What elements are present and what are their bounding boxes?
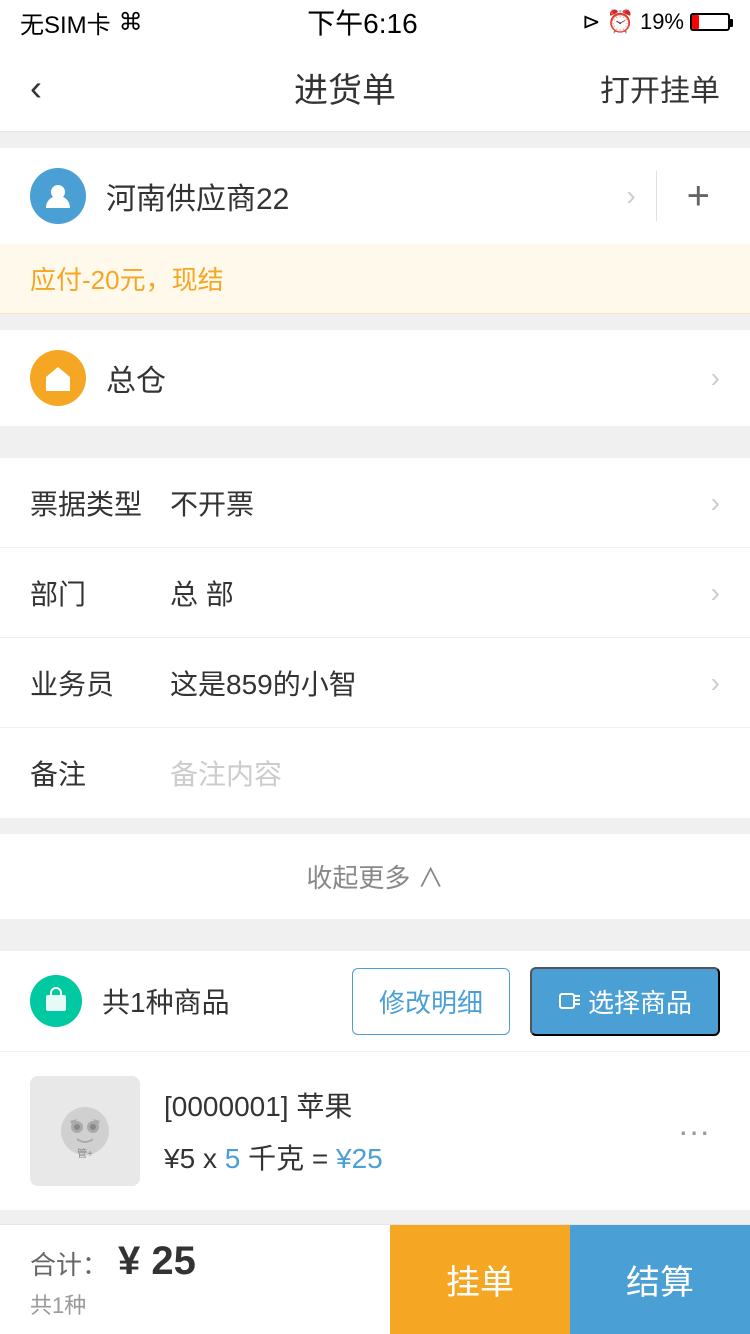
gap-2 [0,314,750,330]
edit-detail-button[interactable]: 修改明细 [352,968,510,1035]
gap-1 [0,132,750,148]
supplier-row[interactable]: 河南供应商22 › + [0,148,750,244]
department-value: 总 部 [150,573,701,613]
supplier-alert: 应付-20元，现结 [0,244,750,314]
footer: 合计： ¥ 25 共1种 挂单 结算 [0,1224,750,1334]
select-product-label: 选择商品 [588,983,692,1020]
invoice-type-label: 票据类型 [30,483,150,523]
footer-total-label: 合计： [30,1245,108,1282]
status-time: 下午6:16 [307,2,418,42]
gap-3 [0,426,750,442]
form-section: 票据类型 不开票 › 部门 总 部 › 业务员 这是859的小智 › 备注 备注… [0,458,750,818]
salesperson-value: 这是859的小智 [150,663,701,703]
department-chevron-icon: › [711,577,720,609]
salesperson-label: 业务员 [30,663,150,703]
footer-total: 合计： ¥ 25 共1种 [0,1239,390,1320]
back-button[interactable]: ‹ [30,67,90,109]
status-right: ⊳ ⏰ 19% [582,9,730,35]
product-info: [0000001] 苹果 ¥5 x 5 千克 = ¥25 [164,1085,644,1177]
remark-placeholder[interactable]: 备注内容 [150,753,720,793]
product-count-label: 共1种商品 [102,981,332,1021]
collapse-button[interactable]: 收起更多 ∧ [0,834,750,919]
add-supplier-button[interactable]: + [677,174,720,219]
department-label: 部门 [30,573,150,613]
department-row[interactable]: 部门 总 部 › [0,548,750,638]
select-product-button[interactable]: 选择商品 [530,967,720,1036]
carrier-label: 无SIM卡 [20,5,111,40]
svg-text:管+: 管+ [77,1147,93,1160]
gap-4 [0,919,750,935]
supplier-divider [656,171,657,221]
alarm-icon: ⏰ [607,9,634,35]
status-left: 无SIM卡 ⌘ [20,5,143,40]
supplier-chevron-icon: › [626,180,635,212]
warehouse-name: 总仓 [106,356,711,400]
invoice-type-value: 不开票 [150,483,701,523]
battery-label: 19% [640,9,684,35]
remark-label: 备注 [30,753,150,793]
location-icon: ⊳ [582,9,600,35]
invoice-type-chevron-icon: › [711,487,720,519]
salesperson-chevron-icon: › [711,667,720,699]
pending-button[interactable]: 挂单 [390,1225,570,1334]
footer-total-amount: ¥ 25 [118,1239,196,1284]
battery-icon [690,13,730,31]
warehouse-icon [30,350,86,406]
warehouse-row[interactable]: 总仓 › [0,330,750,426]
wifi-icon: ⌘ [119,8,143,37]
warehouse-chevron-icon: › [711,362,720,394]
product-header: 共1种商品 修改明细 选择商品 [0,951,750,1051]
footer-total-sub: 共1种 [30,1288,390,1320]
product-more-button[interactable]: ··· [668,1103,720,1160]
product-item: 管+ [0000001] 苹果 ¥5 x 5 千克 = ¥25 ··· [0,1051,750,1210]
product-name: [0000001] 苹果 [164,1085,644,1125]
page-title: 进货单 [294,63,396,112]
supplier-name: 河南供应商22 [106,174,626,218]
supplier-avatar [30,168,86,224]
salesperson-row[interactable]: 业务员 这是859的小智 › [0,638,750,728]
product-count-icon [30,975,82,1027]
product-thumbnail: 管+ [30,1076,140,1186]
invoice-type-row[interactable]: 票据类型 不开票 › [0,458,750,548]
remark-row[interactable]: 备注 备注内容 [0,728,750,818]
status-bar: 无SIM卡 ⌘ 下午6:16 ⊳ ⏰ 19% [0,0,750,44]
nav-bar: ‹ 进货单 打开挂单 [0,44,750,132]
open-pending-button[interactable]: 打开挂单 [600,66,720,110]
product-price: ¥5 x 5 千克 = ¥25 [164,1137,644,1177]
settle-button[interactable]: 结算 [570,1225,750,1334]
